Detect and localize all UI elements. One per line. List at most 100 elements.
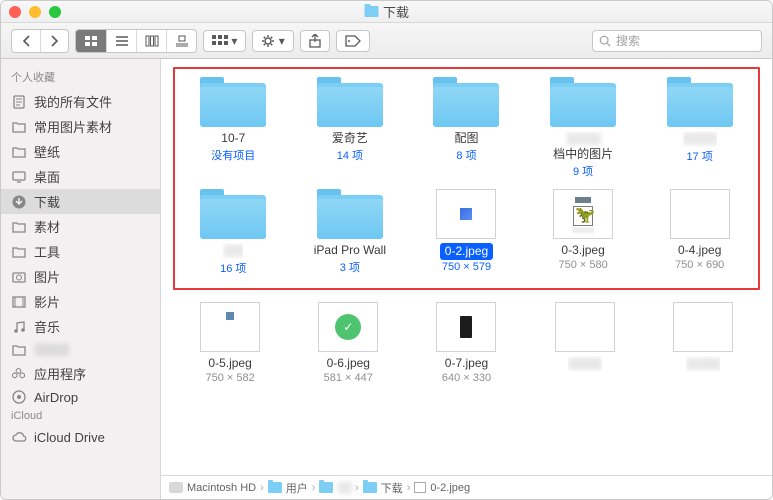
movie-icon xyxy=(11,294,27,310)
tags-button[interactable] xyxy=(336,30,370,52)
search-icon xyxy=(599,35,611,47)
file-item[interactable]: ░░░░░ xyxy=(528,300,642,386)
folder-icon xyxy=(667,77,733,127)
folder-icon xyxy=(11,342,27,358)
minimize-button[interactable] xyxy=(29,6,41,18)
sidebar: 个人收藏我的所有文件常用图片素材壁纸桌面下载素材工具图片影片音乐 ░░░░░ 应用程… xyxy=(1,59,161,499)
sidebar-item[interactable]: 影片 xyxy=(1,289,160,314)
folder-icon xyxy=(319,482,333,493)
sidebar-item-label: ░░░░░ xyxy=(34,344,68,356)
item-subtitle: 14 项 xyxy=(337,147,363,163)
sidebar-item[interactable]: 我的所有文件 xyxy=(1,89,160,114)
airdrop-icon xyxy=(11,389,27,405)
item-name: ░░░░░ xyxy=(686,356,720,372)
titlebar: 下载 xyxy=(1,1,772,23)
window-title-text: 下载 xyxy=(383,2,409,21)
item-name: ░░░░░ xyxy=(683,131,717,147)
file-item[interactable]: ░░░░░17 项 xyxy=(643,75,756,181)
breadcrumb-label: 0-2.jpeg xyxy=(430,482,470,494)
item-name: 0-6.jpeg xyxy=(327,356,370,371)
breadcrumb-separator: › xyxy=(407,482,411,494)
arrange-button[interactable]: ▾ xyxy=(203,30,246,52)
folder-icon xyxy=(268,482,282,493)
sidebar-item[interactable]: 音乐 xyxy=(1,314,160,339)
sidebar-item[interactable]: iCloud Drive xyxy=(1,426,160,448)
folder-icon xyxy=(200,189,266,239)
forward-button[interactable] xyxy=(40,30,68,52)
file-item[interactable]: 🦖░░░░░░0-3.jpeg750 × 580 xyxy=(527,187,640,278)
item-name: 10-7 xyxy=(221,131,245,146)
file-item[interactable]: 爱奇艺14 项 xyxy=(294,75,407,181)
item-name: 0-5.jpeg xyxy=(208,356,251,371)
column-view-button[interactable] xyxy=(136,30,166,52)
folder-icon xyxy=(433,77,499,127)
window-controls xyxy=(9,6,61,18)
file-item[interactable]: 0-2.jpeg750 × 579 xyxy=(410,187,523,278)
sidebar-item[interactable]: 工具 xyxy=(1,239,160,264)
window-title: 下载 xyxy=(364,2,409,21)
breadcrumb-label: ░░ xyxy=(337,482,351,494)
file-item[interactable]: 配图8 项 xyxy=(410,75,523,181)
file-item[interactable]: 10-7没有项目 xyxy=(177,75,290,181)
back-button[interactable] xyxy=(12,30,40,52)
sidebar-item-label: 壁纸 xyxy=(34,142,60,161)
file-item[interactable]: ░░░░░ xyxy=(646,300,760,386)
breadcrumb-label: Macintosh HD xyxy=(187,482,256,494)
sidebar-section-header: iCloud xyxy=(1,408,160,426)
breadcrumb-label: 用户 xyxy=(286,480,308,496)
search-field[interactable]: 搜索 xyxy=(592,30,762,52)
sidebar-item[interactable]: AirDrop xyxy=(1,386,160,408)
sidebar-item[interactable]: 应用程序 xyxy=(1,361,160,386)
file-item[interactable]: iPad Pro Wall3 项 xyxy=(294,187,407,278)
coverflow-view-button[interactable] xyxy=(166,30,196,52)
folder-icon xyxy=(363,482,377,493)
folder-icon xyxy=(11,219,27,235)
share-button[interactable] xyxy=(300,30,330,52)
music-icon xyxy=(11,319,27,335)
file-item[interactable]: ░░░16 项 xyxy=(177,187,290,278)
search-placeholder: 搜索 xyxy=(616,32,640,49)
zoom-button[interactable] xyxy=(49,6,61,18)
file-item[interactable]: ✓0-6.jpeg581 × 447 xyxy=(291,300,405,386)
breadcrumb-item[interactable]: 0-2.jpeg xyxy=(414,482,470,494)
breadcrumb-separator: › xyxy=(260,482,264,494)
action-button[interactable]: ▾ xyxy=(252,30,293,52)
sidebar-item-label: 工具 xyxy=(34,242,60,261)
sidebar-item[interactable]: ░░░░░ xyxy=(1,339,160,361)
file-item[interactable]: 0-4.jpeg750 × 690 xyxy=(643,187,756,278)
close-button[interactable] xyxy=(9,6,21,18)
sidebar-item-label: 影片 xyxy=(34,292,60,311)
file-item[interactable]: 0-7.jpeg640 × 330 xyxy=(409,300,523,386)
item-subtitle: 581 × 447 xyxy=(324,372,373,384)
breadcrumb-separator: › xyxy=(355,482,359,494)
sidebar-item-label: 图片 xyxy=(34,267,60,286)
breadcrumb-item[interactable]: 下载 xyxy=(363,480,403,496)
sidebar-item[interactable]: 素材 xyxy=(1,214,160,239)
folder-icon xyxy=(364,6,378,17)
sidebar-item-label: AirDrop xyxy=(34,390,78,405)
sidebar-item-label: 应用程序 xyxy=(34,364,86,383)
file-item[interactable]: 0-5.jpeg750 × 582 xyxy=(173,300,287,386)
file-item[interactable]: ░░░░░档中的图片9 项 xyxy=(527,75,640,181)
item-subtitle: 没有项目 xyxy=(211,147,255,163)
folder-icon xyxy=(550,77,616,127)
sidebar-item[interactable]: 桌面 xyxy=(1,164,160,189)
breadcrumb-separator: › xyxy=(312,482,316,494)
item-name: ░░░░░ xyxy=(568,356,602,372)
sidebar-item-label: 素材 xyxy=(34,217,60,236)
sidebar-item[interactable]: 壁纸 xyxy=(1,139,160,164)
breadcrumb-label: 下载 xyxy=(381,480,403,496)
sidebar-item[interactable]: 下载 xyxy=(1,189,160,214)
folder-icon xyxy=(317,189,383,239)
content-area[interactable]: 10-7没有项目爱奇艺14 项配图8 项░░░░░档中的图片9 项░░░░░17… xyxy=(161,59,772,475)
breadcrumb-item[interactable]: 用户 xyxy=(268,480,308,496)
list-view-button[interactable] xyxy=(106,30,136,52)
sidebar-section-header: 个人收藏 xyxy=(1,67,160,89)
breadcrumb-item[interactable]: Macintosh HD xyxy=(169,482,256,494)
item-subtitle: 750 × 582 xyxy=(205,372,254,384)
sidebar-item[interactable]: 图片 xyxy=(1,264,160,289)
icon-view-button[interactable] xyxy=(76,30,106,52)
sidebar-item[interactable]: 常用图片素材 xyxy=(1,114,160,139)
image-thumbnail xyxy=(200,302,260,352)
breadcrumb-item[interactable]: ░░ xyxy=(319,482,351,494)
